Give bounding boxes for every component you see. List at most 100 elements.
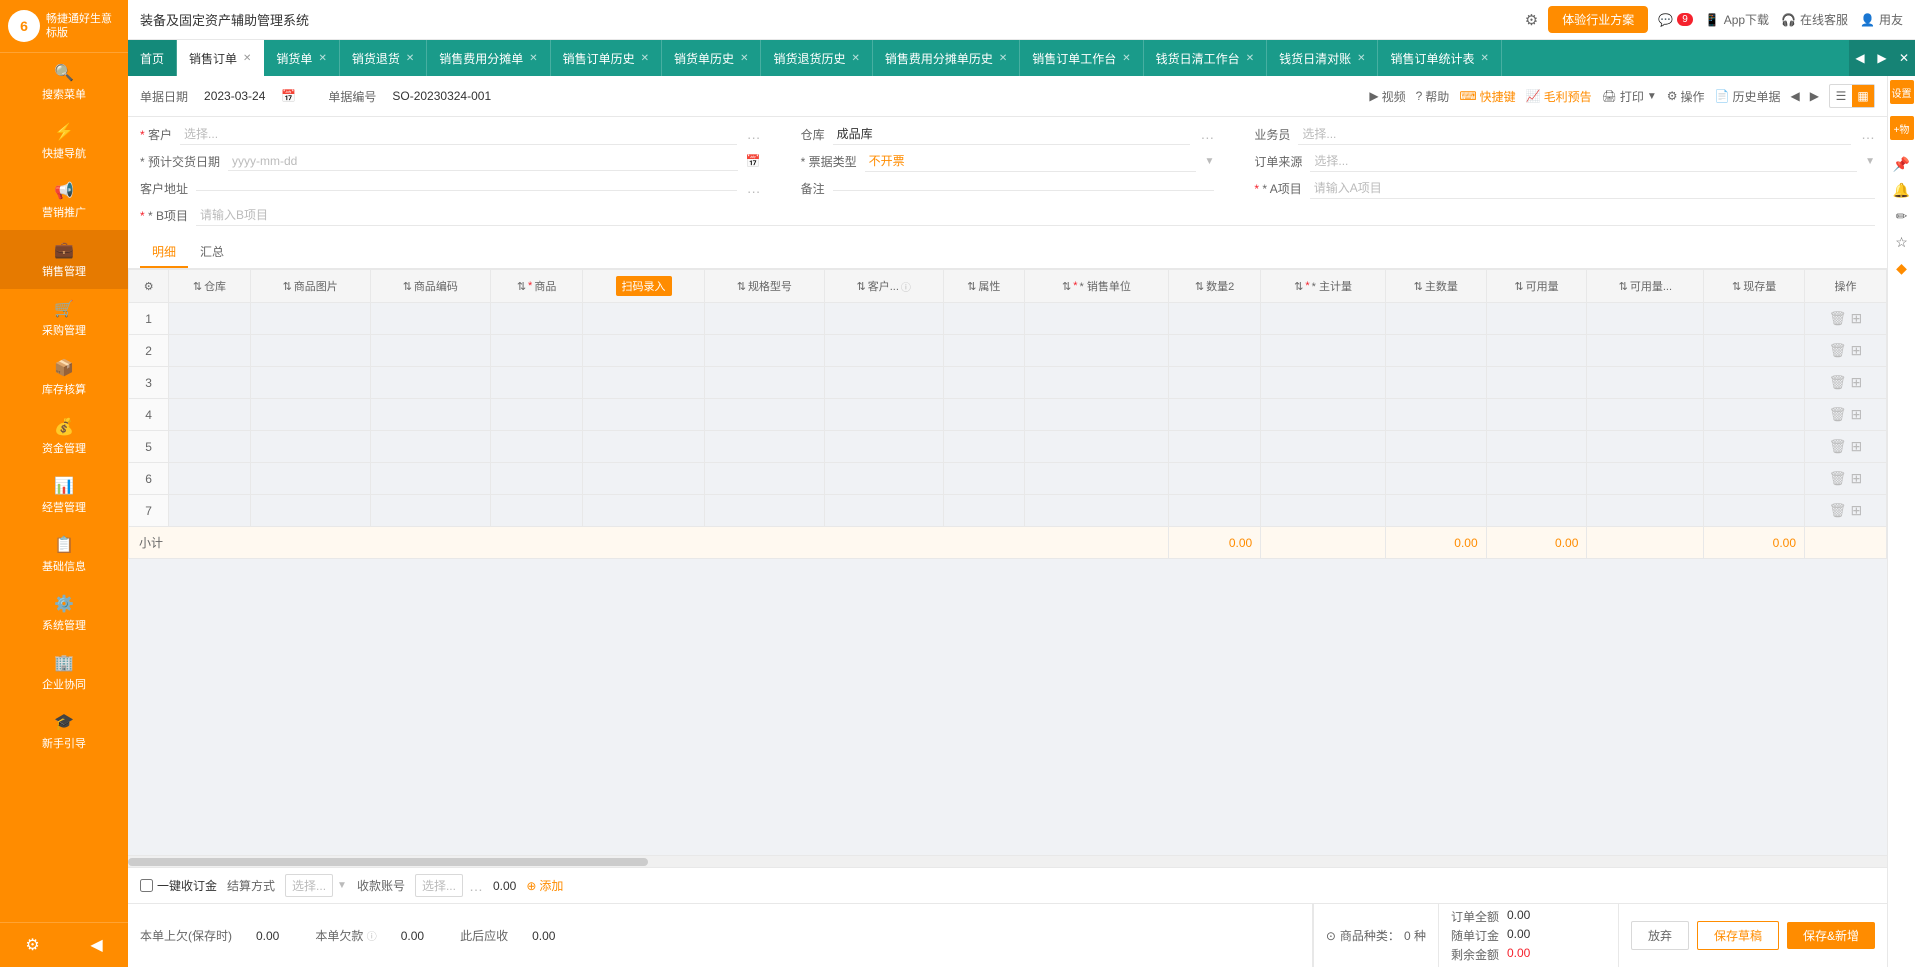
edit-icon[interactable]: ✏: [1890, 204, 1914, 228]
tab-sales-fee-split[interactable]: 销售费用分摊单 ✕: [427, 40, 550, 76]
copy-row-icon[interactable]: ⊞: [1851, 342, 1863, 359]
tab-sales-workbench[interactable]: 销售订单工作台 ✕: [1020, 40, 1143, 76]
tabs-next-arrow[interactable]: ▶: [1871, 40, 1893, 76]
tab-close-icon[interactable]: ✕: [529, 53, 537, 64]
tabs-more-arrow[interactable]: ✕: [1893, 40, 1915, 76]
delete-row-icon[interactable]: 🗑: [1829, 374, 1847, 391]
tab-close-icon[interactable]: ✕: [243, 53, 251, 64]
sidebar-settings-icon[interactable]: ⚙: [21, 931, 43, 959]
sidebar-collapse-icon[interactable]: ◀: [86, 931, 106, 959]
prev-record-icon[interactable]: ◀: [1791, 89, 1800, 103]
table-container[interactable]: ⚙ ⇅仓库 ⇅商品图片 ⇅商品编码: [128, 269, 1887, 855]
tab-cash-reconcile[interactable]: 钱货日清对账 ✕: [1267, 40, 1378, 76]
tab-close-icon[interactable]: ✕: [1122, 53, 1130, 64]
sidebar-item-finance[interactable]: 💰 资金管理: [0, 407, 128, 466]
tab-close-icon[interactable]: ✕: [999, 53, 1007, 64]
th-settings[interactable]: ⚙: [129, 270, 169, 303]
discard-button[interactable]: 放弃: [1631, 921, 1689, 950]
operate-action[interactable]: ⚙ 操作: [1667, 88, 1705, 105]
tab-sales-fee-history[interactable]: 销售费用分摊单历史 ✕: [873, 40, 1020, 76]
scroll-track[interactable]: [128, 858, 648, 866]
star-icon[interactable]: ☆: [1890, 230, 1914, 254]
sidebar-item-inventory[interactable]: 📦 库存核算: [0, 348, 128, 407]
tab-close-icon[interactable]: ✕: [1481, 53, 1489, 64]
tab-close-icon[interactable]: ✕: [318, 53, 326, 64]
payment-dropdown-icon[interactable]: ▼: [337, 880, 347, 891]
history-action[interactable]: 📄 历史单据: [1715, 88, 1781, 105]
account-select[interactable]: 选择...: [415, 874, 463, 897]
sidebar-item-purchase[interactable]: 🛒 采购管理: [0, 289, 128, 348]
sidebar-item-search[interactable]: 🔍 搜索菜单: [0, 53, 128, 112]
sidebar-item-operations[interactable]: 📊 经营管理: [0, 466, 128, 525]
address-more-icon[interactable]: …: [747, 180, 761, 196]
sidebar-item-marketing[interactable]: 📢 营销推广: [0, 171, 128, 230]
one-click-checkbox-input[interactable]: [140, 879, 153, 892]
copy-row-icon[interactable]: ⊞: [1851, 310, 1863, 327]
tab-close-icon[interactable]: ✕: [740, 53, 748, 64]
a-project-input[interactable]: 请输入A项目: [1310, 177, 1875, 199]
save-button[interactable]: 保存&新增: [1787, 922, 1875, 949]
tab-sales-report[interactable]: 销售订单统计表 ✕: [1378, 40, 1501, 76]
delivery-calendar-icon[interactable]: 📅: [746, 154, 761, 168]
sidebar-item-quick[interactable]: ⚡ 快捷导航: [0, 112, 128, 171]
address-input[interactable]: [196, 186, 737, 191]
account-more-icon[interactable]: …: [469, 878, 483, 894]
order-source-dropdown-icon[interactable]: ▼: [1865, 156, 1875, 167]
b-project-input[interactable]: 请输入B项目: [196, 204, 1875, 226]
online-service-button[interactable]: 🎧 在线客服: [1781, 11, 1848, 28]
salesperson-more-icon[interactable]: …: [1861, 126, 1875, 142]
payment-select[interactable]: 选择...: [285, 874, 333, 897]
next-record-icon[interactable]: ▶: [1810, 89, 1819, 103]
customer-more-icon[interactable]: …: [747, 126, 761, 142]
tabs-prev-arrow[interactable]: ◀: [1849, 40, 1871, 76]
view-list-btn[interactable]: ☰: [1830, 85, 1852, 107]
solution-button[interactable]: 体验行业方案: [1548, 6, 1648, 33]
tab-close-icon[interactable]: ✕: [406, 53, 414, 64]
delivery-input[interactable]: yyyy-mm-dd: [228, 152, 738, 171]
tab-sales-refund[interactable]: 销货退货 ✕: [340, 40, 427, 76]
topbar-settings-icon[interactable]: ⚙: [1525, 11, 1538, 29]
message-button[interactable]: 💬 9: [1658, 13, 1693, 27]
tab-sales-return[interactable]: 销货单 ✕: [264, 40, 339, 76]
view-grid-btn[interactable]: ▦: [1852, 85, 1874, 107]
add-goods-btn[interactable]: +物: [1890, 116, 1914, 140]
calendar-icon[interactable]: 📅: [281, 89, 296, 103]
customer-input[interactable]: 选择...: [180, 123, 737, 145]
delete-row-icon[interactable]: 🗑: [1829, 470, 1847, 487]
profit-action[interactable]: 📈 毛利预告: [1526, 88, 1592, 105]
user-menu[interactable]: 👤 用友: [1860, 11, 1903, 28]
tab-close-icon[interactable]: ✕: [1357, 53, 1365, 64]
warehouse-input[interactable]: 成品库: [833, 123, 1191, 145]
warehouse-more-icon[interactable]: …: [1200, 126, 1214, 142]
help-action[interactable]: ? 帮助: [1416, 88, 1450, 105]
view-action[interactable]: ▶ 视频: [1369, 88, 1405, 105]
table-scrollbar[interactable]: [128, 855, 1887, 867]
tab-detail[interactable]: 明细: [140, 237, 188, 268]
copy-row-icon[interactable]: ⊞: [1851, 438, 1863, 455]
tab-sales-refund-history[interactable]: 销货退货历史 ✕: [761, 40, 872, 76]
copy-row-icon[interactable]: ⊞: [1851, 406, 1863, 423]
sidebar-item-sales[interactable]: 💼 销售管理: [0, 230, 128, 289]
delete-row-icon[interactable]: 🗑: [1829, 310, 1847, 327]
copy-row-icon[interactable]: ⊞: [1851, 502, 1863, 519]
remark-input[interactable]: [833, 186, 1215, 191]
sidebar-item-base[interactable]: 📋 基础信息: [0, 525, 128, 584]
app-download-button[interactable]: 📱 App下载: [1705, 11, 1769, 28]
th-scan[interactable]: 扫码录入: [583, 270, 704, 303]
order-source-input[interactable]: 选择...: [1310, 150, 1857, 172]
print-action[interactable]: 🖨 打印 ▼: [1602, 88, 1657, 105]
tab-close-icon[interactable]: ✕: [851, 53, 859, 64]
copy-row-icon[interactable]: ⊞: [1851, 374, 1863, 391]
tab-sales-order[interactable]: 销售订单 ✕: [177, 40, 264, 76]
delete-row-icon[interactable]: 🗑: [1829, 502, 1847, 519]
tab-sales-return-history[interactable]: 销货单历史 ✕: [662, 40, 761, 76]
shortcut-action[interactable]: ⌨ 快捷键: [1459, 88, 1515, 105]
tab-sales-order-history[interactable]: 销售订单历史 ✕: [551, 40, 662, 76]
invoice-select[interactable]: 不开票: [865, 150, 1197, 172]
one-click-checkbox[interactable]: 一键收订金: [140, 877, 217, 894]
add-payment-button[interactable]: ⊕ 添加: [526, 877, 563, 894]
settings-panel-btn[interactable]: 设置: [1890, 80, 1914, 104]
delete-row-icon[interactable]: 🗑: [1829, 406, 1847, 423]
diamond-icon[interactable]: ◆: [1890, 256, 1914, 280]
delete-row-icon[interactable]: 🗑: [1829, 438, 1847, 455]
